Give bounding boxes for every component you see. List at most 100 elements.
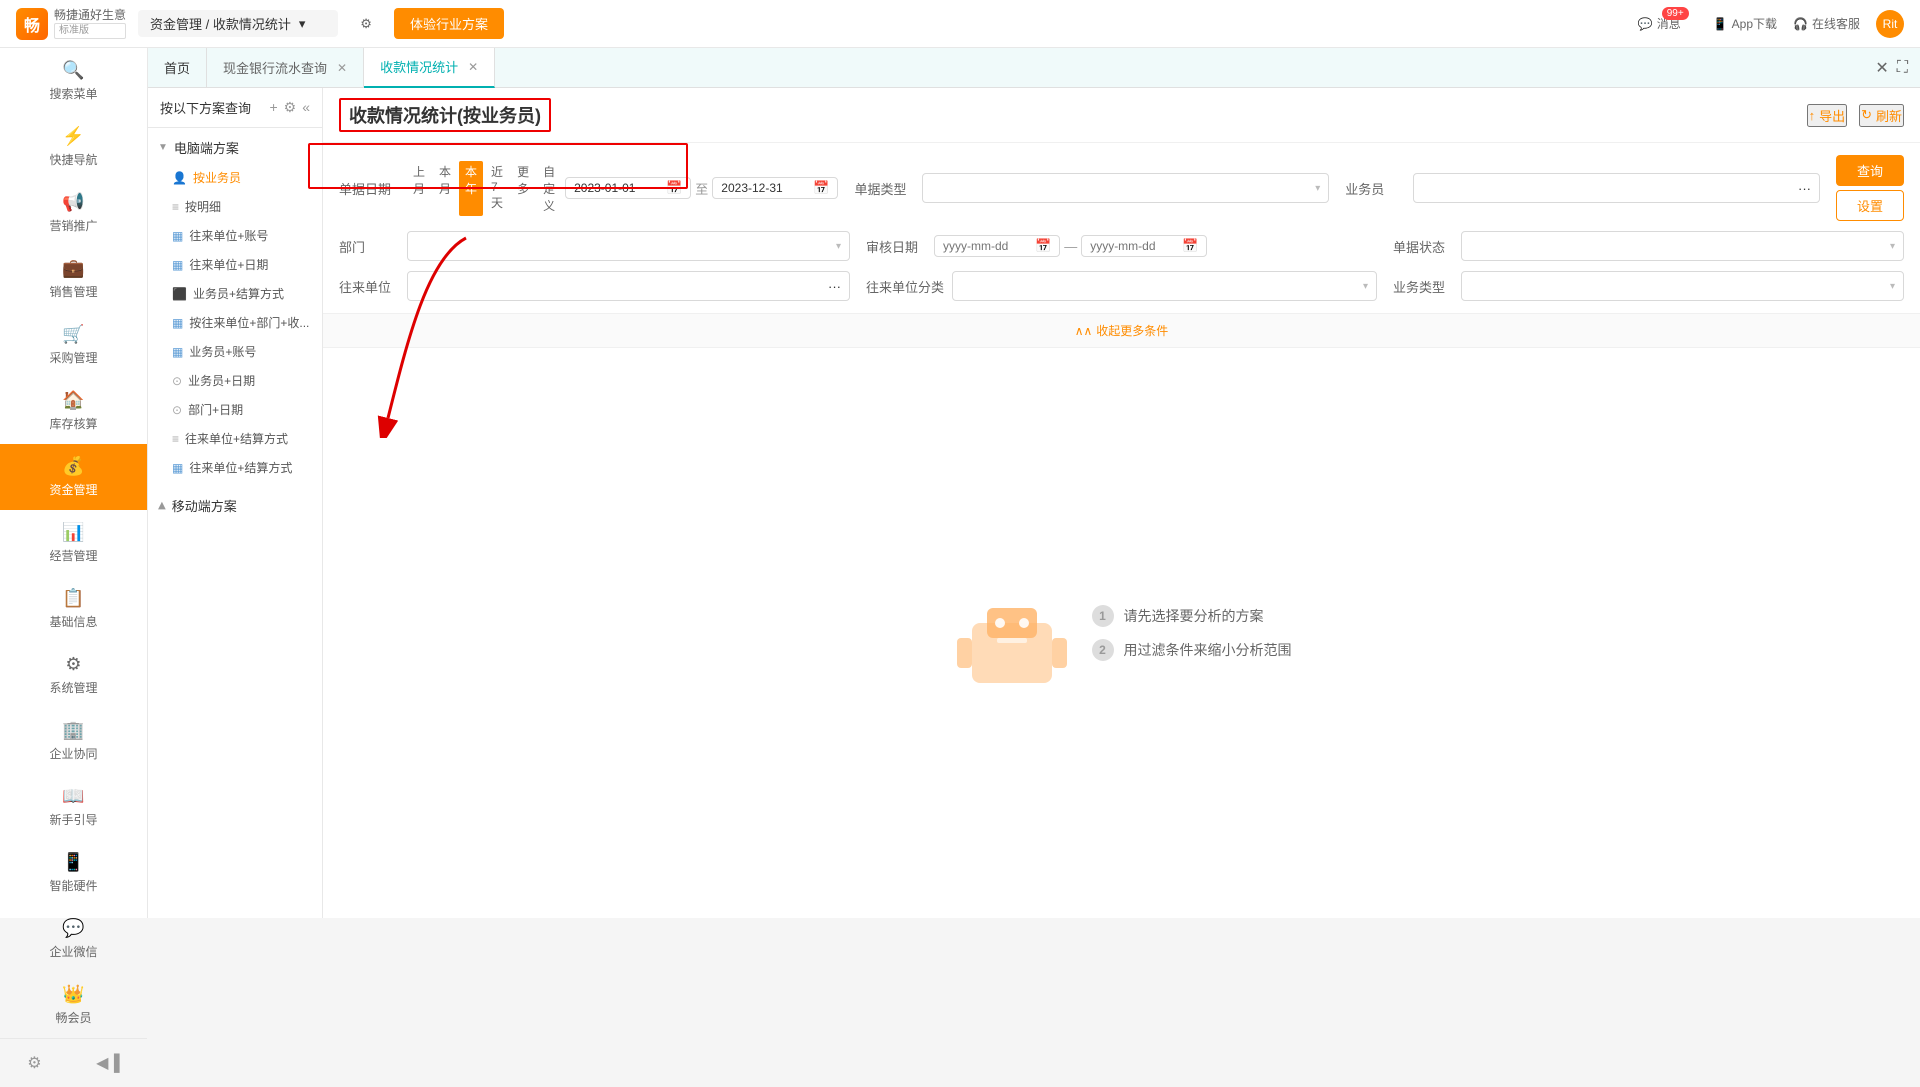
sidebar-item-search-menu-label: 搜索菜单 [49, 85, 97, 102]
sidebar-item-system[interactable]: ⚙ 系统管理 [0, 642, 147, 708]
filter-partner: 往来单位 ··· [339, 271, 850, 301]
tab-bar: 首页 现金银行流水查询 ✕ 收款情况统计 ✕ ✕ ⛶ [148, 48, 1920, 88]
dept-input[interactable]: ▾ [407, 231, 850, 261]
sidebar-item-purchase-label: 采购管理 [49, 349, 97, 366]
calendar-review-to-icon: 📅 [1182, 238, 1198, 254]
sidebar-item-operation[interactable]: 📊 经营管理 [0, 510, 147, 576]
scheme-item-unit-settle[interactable]: ≡ 往来单位+结算方式 [148, 424, 322, 453]
date-this-month-btn[interactable]: 本月 [433, 161, 457, 216]
partner-type-input[interactable]: ▾ [952, 271, 1377, 301]
refresh-btn[interactable]: ↻ 刷新 [1859, 104, 1904, 127]
partner-input[interactable]: ··· [407, 271, 850, 301]
tab-maximize-btn[interactable]: ⛶ [1897, 59, 1908, 77]
tab-bar-actions: ✕ ⛶ [1875, 58, 1920, 78]
scheme-item-staff-date[interactable]: ⊙ 业务员+日期 [148, 366, 322, 395]
scheme-item-by-detail[interactable]: ≡ 按明细 [148, 192, 322, 221]
tab-bank-flow[interactable]: 现金银行流水查询 ✕ [207, 48, 364, 88]
review-date-to-field[interactable] [1090, 239, 1178, 253]
main-layout: 🔍 搜索菜单 ⚡ 快捷导航 📢 营销推广 💼 销售管理 🛒 采购管理 🏠 库存核… [0, 0, 1920, 918]
scheme-add-btn[interactable]: + [269, 99, 277, 116]
sidebar-item-member[interactable]: 👑 畅会员 [0, 972, 147, 1038]
online-service-btn[interactable]: 🎧 在线客服 [1793, 15, 1860, 32]
scheme-item-unit-date[interactable]: ▦ 往来单位+日期 [148, 250, 322, 279]
sidebar-collapse-btn[interactable]: ◀▐ [90, 1047, 126, 1079]
sidebar-item-basic-info[interactable]: 📋 基础信息 [0, 576, 147, 642]
sidebar-item-smart-hw[interactable]: 📱 智能硬件 [0, 840, 147, 906]
page-title: 收款情况统计(按业务员) [339, 98, 551, 132]
sidebar-settings-btn[interactable]: ⚙ [21, 1047, 47, 1079]
user-avatar[interactable]: Rit [1876, 10, 1904, 38]
trial-button[interactable]: 体验行业方案 [394, 8, 504, 39]
scheme-settings-btn[interactable]: ⚙ [284, 99, 297, 116]
doc-status-input[interactable]: ▾ [1461, 231, 1904, 261]
unit-settle2-icon: ▦ [172, 461, 183, 475]
unit-date-icon: ▦ [172, 258, 183, 272]
review-date-to-input[interactable]: 📅 [1081, 235, 1207, 257]
staff-label: 业务员 [1345, 179, 1405, 198]
settings-btn[interactable]: 设置 [1836, 190, 1904, 221]
scheme-item-by-staff[interactable]: 👤 按业务员 [148, 163, 322, 192]
sidebar-item-member-label: 畅会员 [55, 1009, 91, 1026]
date-more-btn[interactable]: 更多 [511, 161, 535, 216]
date-to-field[interactable] [721, 181, 809, 195]
date-to-input[interactable]: 📅 [712, 177, 838, 199]
scheme-item-unit-account[interactable]: ▦ 往来单位+账号 [148, 221, 322, 250]
doc-type-label: 单据类型 [854, 179, 914, 198]
sidebar-item-smart-hw-label: 智能硬件 [49, 877, 97, 894]
date-7days-btn[interactable]: 近7天 [485, 161, 509, 216]
date-custom-btn[interactable]: 自定义 [537, 161, 561, 216]
breadcrumb[interactable]: 资金管理 / 收款情况统计 ▾ [138, 10, 338, 37]
date-from-field[interactable] [574, 181, 662, 195]
collapse-icon: ∧∧ [1075, 324, 1093, 338]
sidebar-item-marketing[interactable]: 📢 营销推广 [0, 180, 147, 246]
scheme-item-staff-settle[interactable]: ⬛ 业务员+结算方式 [148, 279, 322, 308]
doc-type-input[interactable]: ▾ [922, 173, 1329, 203]
scheme-item-staff-account[interactable]: ▦ 业务员+账号 [148, 337, 322, 366]
scheme-item-dept-date[interactable]: ⊙ 部门+日期 [148, 395, 322, 424]
sidebar-item-inventory[interactable]: 🏠 库存核算 [0, 378, 147, 444]
sidebar-item-search-menu[interactable]: 🔍 搜索菜单 [0, 48, 147, 114]
app-logo-text: 畅捷通好生意 [54, 8, 126, 22]
header-right: 💬 消息 99+ 📱 App下载 🎧 在线客服 Rit [1638, 10, 1904, 38]
partner-label: 往来单位 [339, 277, 399, 296]
scheme-group-desktop-header[interactable]: ▼ 电脑端方案 [148, 132, 322, 163]
scheme-item-unit-dept-collect[interactable]: ▦ 按往来单位+部门+收... [148, 308, 322, 337]
tab-close-all-btn[interactable]: ✕ [1875, 58, 1888, 78]
tab-bank-flow-close[interactable]: ✕ [337, 61, 347, 75]
sidebar-item-quick-nav-label: 快捷导航 [49, 151, 97, 168]
sidebar-item-guide[interactable]: 📖 新手引导 [0, 774, 147, 840]
scheme-item-unit-settle2[interactable]: ▦ 往来单位+结算方式 [148, 453, 322, 482]
filter-row-1: 单据日期 上月 本月 本年 近7天 更多 自定义 [339, 155, 1904, 221]
export-btn[interactable]: ↑ 导出 [1807, 104, 1848, 127]
sidebar-item-enterprise[interactable]: 🏢 企业协同 [0, 708, 147, 774]
biz-type-input[interactable]: ▾ [1461, 271, 1904, 301]
breadcrumb-dropdown-icon[interactable]: ▾ [299, 16, 306, 32]
sidebar-item-quick-nav[interactable]: ⚡ 快捷导航 [0, 114, 147, 180]
sidebar-item-purchase[interactable]: 🛒 采购管理 [0, 312, 147, 378]
message-btn[interactable]: 💬 消息 99+ [1638, 15, 1681, 32]
message-icon: 💬 [1638, 17, 1653, 31]
review-date-label: 审核日期 [866, 237, 926, 256]
scheme-group-mobile-header[interactable]: ▶ 移动端方案 [148, 490, 322, 521]
step-2-label: 用过滤条件来缩小分析范围 [1124, 640, 1292, 660]
staff-input[interactable]: ··· [1413, 173, 1820, 203]
header-settings-btn[interactable]: ⚙ [350, 8, 382, 40]
sidebar-item-finance[interactable]: 💰 资金管理 [0, 444, 147, 510]
tab-collect-stat[interactable]: 收款情况统计 ✕ [364, 48, 495, 88]
app-download-btn[interactable]: 📱 App下载 [1713, 15, 1777, 32]
sidebar-item-wechat[interactable]: 💬 企业微信 [0, 906, 147, 972]
tab-collect-stat-close[interactable]: ✕ [468, 60, 478, 74]
sidebar-item-sales[interactable]: 💼 销售管理 [0, 246, 147, 312]
date-last-month-btn[interactable]: 上月 [407, 161, 431, 216]
query-btn[interactable]: 查询 [1836, 155, 1904, 186]
review-date-from-input[interactable]: 📅 [934, 235, 1060, 257]
scheme-collapse-btn[interactable]: « [302, 99, 310, 116]
collapse-bar[interactable]: ∧∧ 收起更多条件 [323, 314, 1920, 348]
date-this-year-btn[interactable]: 本年 [459, 161, 483, 216]
tab-home[interactable]: 首页 [148, 48, 207, 88]
refresh-icon: ↻ [1861, 107, 1872, 123]
dept-label: 部门 [339, 237, 399, 256]
date-from-input[interactable]: 📅 [565, 177, 691, 199]
review-date-from-field[interactable] [943, 239, 1031, 253]
wechat-icon: 💬 [62, 918, 84, 939]
